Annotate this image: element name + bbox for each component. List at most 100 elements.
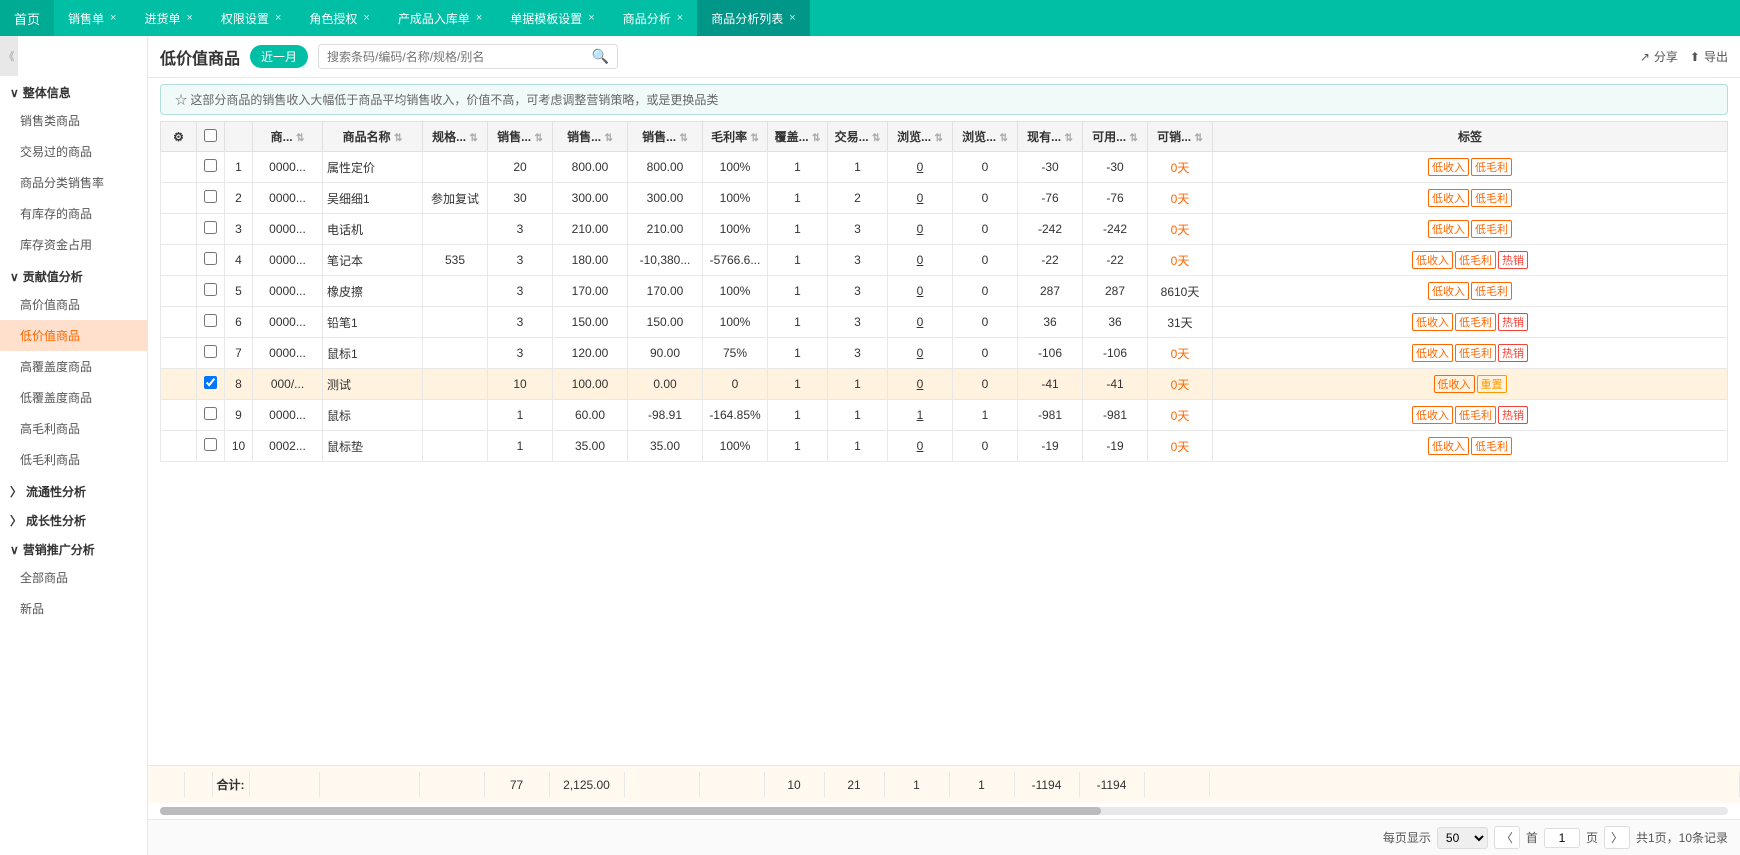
nav-product-analysis-list[interactable]: 商品分析列表 × bbox=[697, 0, 809, 36]
row-check-7[interactable] bbox=[197, 369, 225, 400]
row-checkbox-7[interactable] bbox=[204, 376, 217, 389]
row-view1-link-7[interactable]: 0 bbox=[917, 377, 924, 391]
sidebar-item-new-goods[interactable]: 新品 bbox=[0, 593, 147, 624]
sidebar-item-high-coverage[interactable]: 高覆盖度商品 bbox=[0, 351, 147, 382]
row-salable-9: 0天 bbox=[1148, 431, 1213, 462]
scrollbar-thumb[interactable] bbox=[160, 807, 1101, 815]
tag-low-margin: 低毛利 bbox=[1471, 220, 1512, 238]
sidebar-group-contribution[interactable]: ∨ 贡献值分析 bbox=[0, 260, 147, 289]
row-view1-link-4[interactable]: 0 bbox=[917, 284, 924, 298]
sidebar-group-overall[interactable]: ∨ 整体信息 bbox=[0, 76, 147, 105]
nav-finished-goods[interactable]: 产成品入库单 × bbox=[384, 0, 496, 36]
nav-template[interactable]: 单据模板设置 × bbox=[496, 0, 608, 36]
sidebar-item-high-margin[interactable]: 高毛利商品 bbox=[0, 413, 147, 444]
total-bar: 合计: 77 2,125.00 10 21 1 1 -1194 -1194 bbox=[148, 765, 1740, 803]
nav-sales-close[interactable]: × bbox=[110, 12, 116, 24]
nav-product-list-close[interactable]: × bbox=[789, 12, 795, 24]
nav-template-close[interactable]: × bbox=[588, 12, 594, 24]
row-tags-2: 低收入低毛利 bbox=[1213, 214, 1728, 245]
nav-sales[interactable]: 销售单 × bbox=[54, 0, 130, 36]
page-input[interactable] bbox=[1544, 828, 1580, 848]
row-view1-3[interactable]: 0 bbox=[888, 245, 953, 276]
nav-roles-close[interactable]: × bbox=[363, 12, 369, 24]
sidebar-item-traded-goods[interactable]: 交易过的商品 bbox=[0, 136, 147, 167]
share-button[interactable]: ↗ 分享 bbox=[1640, 48, 1678, 65]
row-check-5[interactable] bbox=[197, 307, 225, 338]
row-checkbox-0[interactable] bbox=[204, 159, 217, 172]
row-check-1[interactable] bbox=[197, 183, 225, 214]
row-view1-link-6[interactable]: 0 bbox=[917, 346, 924, 360]
row-checkbox-6[interactable] bbox=[204, 345, 217, 358]
nav-permissions-close[interactable]: × bbox=[275, 12, 281, 24]
row-view1-link-8[interactable]: 1 bbox=[917, 408, 924, 422]
sidebar-group-marketing[interactable]: ∨ 营销推广分析 bbox=[0, 533, 147, 562]
row-view1-1[interactable]: 0 bbox=[888, 183, 953, 214]
row-view1-5[interactable]: 0 bbox=[888, 307, 953, 338]
sidebar-item-low-coverage[interactable]: 低覆盖度商品 bbox=[0, 382, 147, 413]
row-check-9[interactable] bbox=[197, 431, 225, 462]
row-view1-4[interactable]: 0 bbox=[888, 276, 953, 307]
row-view1-0[interactable]: 0 bbox=[888, 152, 953, 183]
sidebar-item-low-margin[interactable]: 低毛利商品 bbox=[0, 444, 147, 475]
col-check[interactable] bbox=[197, 122, 225, 152]
period-button[interactable]: 近一月 bbox=[250, 45, 308, 68]
row-check-8[interactable] bbox=[197, 400, 225, 431]
nav-purchase-close[interactable]: × bbox=[186, 12, 192, 24]
nav-home[interactable]: 首页 bbox=[0, 0, 54, 36]
row-checkbox-4[interactable] bbox=[204, 283, 217, 296]
sidebar-group-flow[interactable]: 〉 流通性分析 bbox=[0, 475, 147, 504]
nav-purchase[interactable]: 进货单 × bbox=[130, 0, 206, 36]
row-view1-link-5[interactable]: 0 bbox=[917, 315, 924, 329]
horizontal-scrollbar[interactable] bbox=[160, 807, 1728, 815]
row-settings-5 bbox=[161, 307, 197, 338]
sidebar-group-growth[interactable]: 〉 成长性分析 bbox=[0, 504, 147, 533]
per-page-select[interactable]: 50 100 200 bbox=[1437, 827, 1488, 849]
sidebar-item-inventory-goods[interactable]: 有库存的商品 bbox=[0, 198, 147, 229]
nav-roles[interactable]: 角色授权 × bbox=[295, 0, 383, 36]
row-checkbox-9[interactable] bbox=[204, 438, 217, 451]
first-page-btn[interactable]: 〈 bbox=[1494, 826, 1520, 849]
nav-permissions[interactable]: 权限设置 × bbox=[207, 0, 295, 36]
nav-product-analysis[interactable]: 商品分析 × bbox=[609, 0, 697, 36]
row-view1-2[interactable]: 0 bbox=[888, 214, 953, 245]
row-view1-link-3[interactable]: 0 bbox=[917, 253, 924, 267]
row-checkbox-1[interactable] bbox=[204, 190, 217, 203]
row-view1-8[interactable]: 1 bbox=[888, 400, 953, 431]
sidebar-item-high-value[interactable]: 高价值商品 bbox=[0, 289, 147, 320]
row-check-3[interactable] bbox=[197, 245, 225, 276]
sidebar-item-all-goods[interactable]: 全部商品 bbox=[0, 562, 147, 593]
row-check-4[interactable] bbox=[197, 276, 225, 307]
row-check-2[interactable] bbox=[197, 214, 225, 245]
row-view1-link-9[interactable]: 0 bbox=[917, 439, 924, 453]
row-checkbox-5[interactable] bbox=[204, 314, 217, 327]
search-box[interactable]: 🔍 bbox=[318, 44, 618, 69]
next-page-btn[interactable]: 〉 bbox=[1604, 826, 1630, 849]
row-salable-0: 0天 bbox=[1148, 152, 1213, 183]
data-table-container[interactable]: ⚙ 商... ⇅ 商品名称 ⇅ 规格... ⇅ 销售... ⇅ 销售... ⇅ … bbox=[148, 121, 1740, 765]
row-checkbox-3[interactable] bbox=[204, 252, 217, 265]
row-view1-6[interactable]: 0 bbox=[888, 338, 953, 369]
row-checkbox-8[interactable] bbox=[204, 407, 217, 420]
export-button[interactable]: ⬆ 导出 bbox=[1690, 48, 1728, 65]
select-all-checkbox[interactable] bbox=[204, 129, 217, 142]
row-view1-link-0[interactable]: 0 bbox=[917, 160, 924, 174]
col-settings[interactable]: ⚙ bbox=[161, 122, 197, 152]
sidebar-item-sales-goods[interactable]: 销售类商品 bbox=[0, 105, 147, 136]
row-view1-link-2[interactable]: 0 bbox=[917, 222, 924, 236]
row-view1-7[interactable]: 0 bbox=[888, 369, 953, 400]
row-view1-9[interactable]: 0 bbox=[888, 431, 953, 462]
row-view1-link-1[interactable]: 0 bbox=[917, 191, 924, 205]
row-check-0[interactable] bbox=[197, 152, 225, 183]
sidebar-item-inventory-funds[interactable]: 库存资金占用 bbox=[0, 229, 147, 260]
row-tags-4: 低收入低毛利 bbox=[1213, 276, 1728, 307]
search-icon[interactable]: 🔍 bbox=[592, 48, 609, 65]
sidebar-item-low-value[interactable]: 低价值商品 bbox=[0, 320, 147, 351]
total-spec bbox=[419, 772, 484, 797]
nav-finished-close[interactable]: × bbox=[476, 12, 482, 24]
sidebar-item-category-rate[interactable]: 商品分类销售率 bbox=[0, 167, 147, 198]
nav-product-analysis-close[interactable]: × bbox=[677, 12, 683, 24]
row-checkbox-2[interactable] bbox=[204, 221, 217, 234]
sidebar-collapse-btn[interactable]: 《 bbox=[0, 36, 18, 76]
search-input[interactable] bbox=[327, 50, 592, 64]
row-check-6[interactable] bbox=[197, 338, 225, 369]
